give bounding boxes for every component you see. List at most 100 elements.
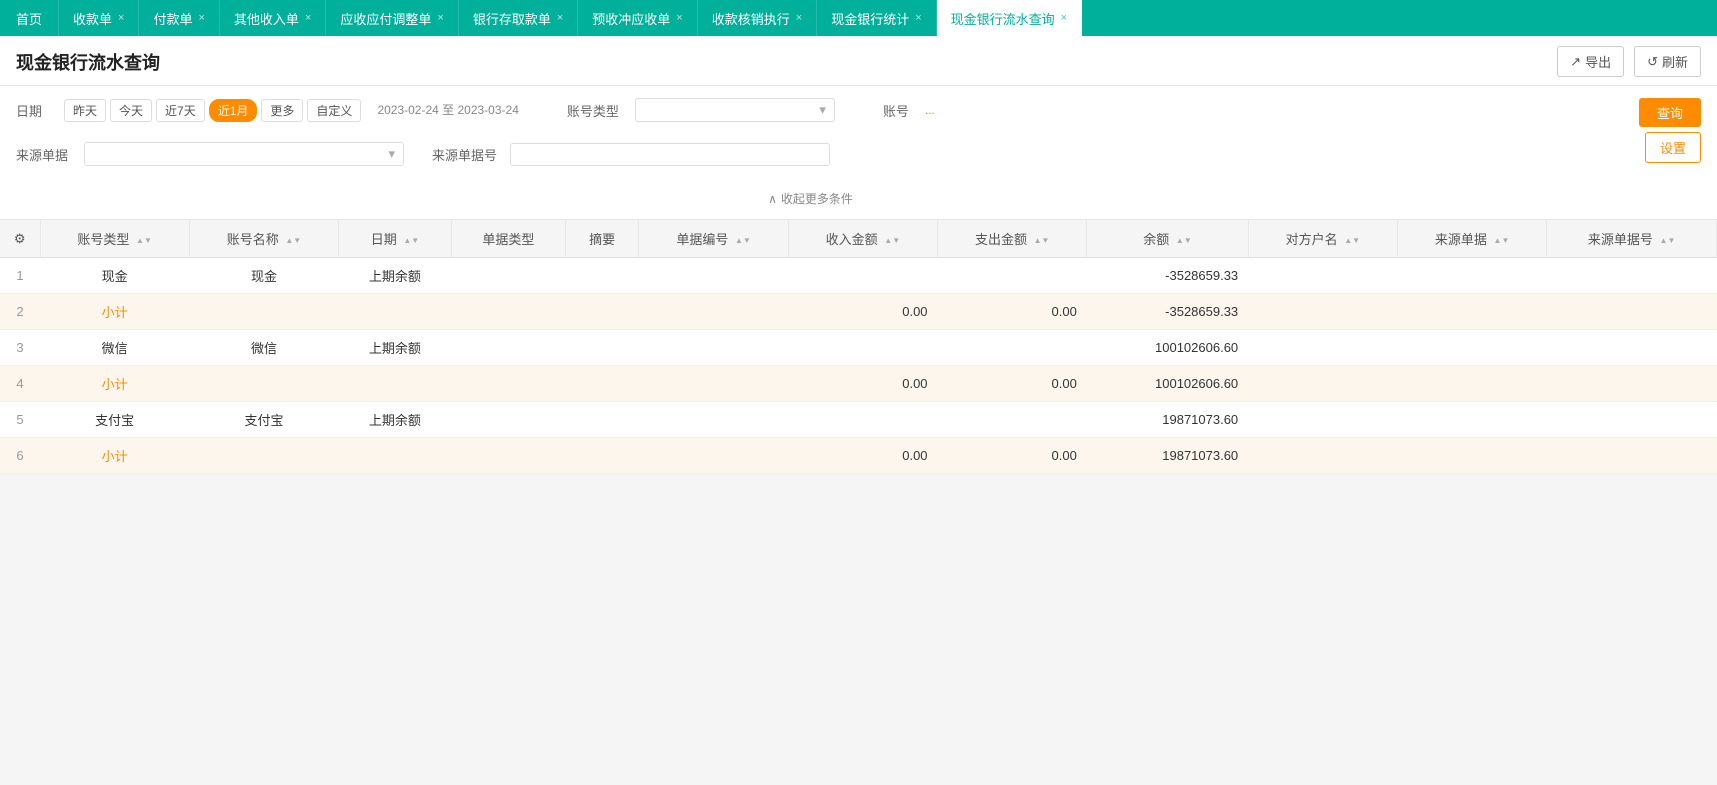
sort-icon-5[interactable]: ▲▼	[884, 237, 900, 245]
gear-icon[interactable]: ⚙	[14, 231, 26, 246]
date-cell: 上期余额	[339, 402, 452, 438]
col-gear: ⚙	[0, 220, 40, 258]
close-icon[interactable]: ×	[118, 12, 124, 24]
account-type-select[interactable]: ▾	[635, 98, 835, 122]
col-doc-number: 单据编号 ▲▼	[639, 220, 788, 258]
doc-type-cell	[451, 402, 565, 438]
filter-buttons: 查询 设置	[1621, 98, 1701, 163]
counterpart-cell	[1248, 438, 1397, 474]
source-doc-cell	[1397, 438, 1546, 474]
col-expense: 支出金额 ▲▼	[938, 220, 1087, 258]
nav-tab-6[interactable]: 收款核销执行 ×	[698, 0, 817, 36]
counterpart-cell	[1248, 402, 1397, 438]
expense-cell: 0.00	[938, 294, 1087, 330]
account-type-cell: 微信	[40, 330, 189, 366]
table-row[interactable]: 2小计0.000.00-3528659.33	[0, 294, 1717, 330]
account-type-cell: 支付宝	[40, 402, 189, 438]
close-icon[interactable]: ×	[305, 12, 311, 24]
date-cell: 上期余额	[339, 258, 452, 294]
source-doc-num-cell	[1547, 438, 1717, 474]
chevron-down-icon-2: ▾	[388, 146, 395, 162]
sort-icon-7[interactable]: ▲▼	[1176, 237, 1192, 245]
nav-tab-5[interactable]: 预收冲应收单 ×	[578, 0, 697, 36]
filter-row-1: 日期 昨天 今天 近7天 近1月 更多 自定义 2023-02-24 至 202…	[16, 98, 1605, 122]
nav-tab-2[interactable]: 其他收入单 ×	[220, 0, 326, 36]
account-name-cell	[189, 438, 338, 474]
date-btn-custom[interactable]: 自定义	[307, 99, 361, 122]
table-row[interactable]: 3微信微信上期余额100102606.60	[0, 330, 1717, 366]
table-row[interactable]: 5支付宝支付宝上期余额19871073.60	[0, 402, 1717, 438]
date-btn-today[interactable]: 今天	[110, 99, 152, 122]
counterpart-cell	[1248, 294, 1397, 330]
nav-tab-8[interactable]: 现金银行流水查询 ×	[937, 0, 1082, 36]
refresh-button[interactable]: ↺ 刷新	[1634, 46, 1701, 77]
sort-icon-3[interactable]: ▲▼	[403, 237, 419, 245]
sort-icon-8[interactable]: ▲▼	[1344, 237, 1360, 245]
close-icon[interactable]: ×	[796, 12, 802, 24]
sort-icon-4[interactable]: ▲▼	[735, 237, 751, 245]
source-doc-num-cell	[1547, 330, 1717, 366]
nav-tab-0[interactable]: 收款单 ×	[59, 0, 139, 36]
sort-icon[interactable]: ▲▼	[136, 237, 152, 245]
close-icon[interactable]: ×	[915, 12, 921, 24]
balance-cell: -3528659.33	[1087, 258, 1248, 294]
doc-number-cell	[639, 330, 788, 366]
date-btn-yesterday[interactable]: 昨天	[64, 99, 106, 122]
sort-icon-9[interactable]: ▲▼	[1494, 237, 1510, 245]
source-doc-num-label: 来源单据号	[432, 145, 502, 164]
balance-cell: 100102606.60	[1087, 366, 1248, 402]
sort-icon-6[interactable]: ▲▼	[1034, 237, 1050, 245]
account-more-btn[interactable]: ...	[925, 103, 935, 117]
summary-cell	[565, 294, 639, 330]
source-doc-cell	[1397, 294, 1546, 330]
account-number-label: 账号	[883, 101, 913, 120]
col-doc-type: 单据类型	[451, 220, 565, 258]
expense-cell: 0.00	[938, 438, 1087, 474]
date-btn-1month[interactable]: 近1月	[209, 99, 258, 122]
doc-type-cell	[451, 366, 565, 402]
counterpart-cell	[1248, 330, 1397, 366]
nav-tab-7[interactable]: 现金银行统计 ×	[817, 0, 936, 36]
data-table: ⚙ 账号类型 ▲▼ 账号名称 ▲▼ 日期 ▲▼ 单据类型 摘	[0, 220, 1717, 474]
export-button[interactable]: ↗ 导出	[1557, 46, 1624, 77]
table-header-row: ⚙ 账号类型 ▲▼ 账号名称 ▲▼ 日期 ▲▼ 单据类型 摘	[0, 220, 1717, 258]
close-icon[interactable]: ×	[557, 12, 563, 24]
table-row[interactable]: 1现金现金上期余额-3528659.33	[0, 258, 1717, 294]
date-options: 昨天 今天 近7天 近1月 更多 自定义	[64, 99, 361, 122]
source-doc-select[interactable]: ▾	[84, 142, 404, 166]
sort-icon-2[interactable]: ▲▼	[285, 237, 301, 245]
query-button[interactable]: 查询	[1639, 98, 1701, 127]
close-icon[interactable]: ×	[437, 12, 443, 24]
close-icon[interactable]: ×	[1061, 12, 1067, 24]
close-icon[interactable]: ×	[198, 12, 204, 24]
source-doc-cell	[1397, 402, 1546, 438]
account-name-cell: 微信	[189, 330, 338, 366]
col-counterpart: 对方户名 ▲▼	[1248, 220, 1397, 258]
col-income: 收入金额 ▲▼	[788, 220, 937, 258]
date-cell	[339, 294, 452, 330]
col-account-name: 账号名称 ▲▼	[189, 220, 338, 258]
collapse-up-icon: ∧	[768, 192, 777, 206]
table-row[interactable]: 6小计0.000.0019871073.60	[0, 438, 1717, 474]
source-doc-num-cell	[1547, 402, 1717, 438]
table-row[interactable]: 4小计0.000.00100102606.60	[0, 366, 1717, 402]
nav-tab-4[interactable]: 银行存取款单 ×	[459, 0, 578, 36]
sort-icon-10[interactable]: ▲▼	[1660, 237, 1676, 245]
date-btn-more[interactable]: 更多	[261, 99, 303, 122]
source-doc-num-cell	[1547, 294, 1717, 330]
source-doc-num-input[interactable]	[510, 143, 830, 166]
source-doc-cell	[1397, 366, 1546, 402]
source-doc-label: 来源单据	[16, 145, 76, 164]
nav-tab-3[interactable]: 应收应付调整单 ×	[326, 0, 458, 36]
account-type-cell: 现金	[40, 258, 189, 294]
nav-home[interactable]: 首页	[0, 0, 59, 36]
date-btn-7days[interactable]: 近7天	[156, 99, 205, 122]
page-header: 现金银行流水查询 ↗ 导出 ↺ 刷新	[0, 36, 1717, 86]
collapse-bar[interactable]: ∧ 收起更多条件	[16, 186, 1605, 211]
row-number: 3	[0, 330, 40, 366]
setting-button[interactable]: 设置	[1645, 132, 1701, 163]
close-icon[interactable]: ×	[676, 12, 682, 24]
filter-area: 日期 昨天 今天 近7天 近1月 更多 自定义 2023-02-24 至 202…	[0, 86, 1717, 220]
nav-tab-1[interactable]: 付款单 ×	[139, 0, 219, 36]
nav-bar: 首页 收款单 × 付款单 × 其他收入单 × 应收应付调整单 × 银行存取款单 …	[0, 0, 1717, 36]
